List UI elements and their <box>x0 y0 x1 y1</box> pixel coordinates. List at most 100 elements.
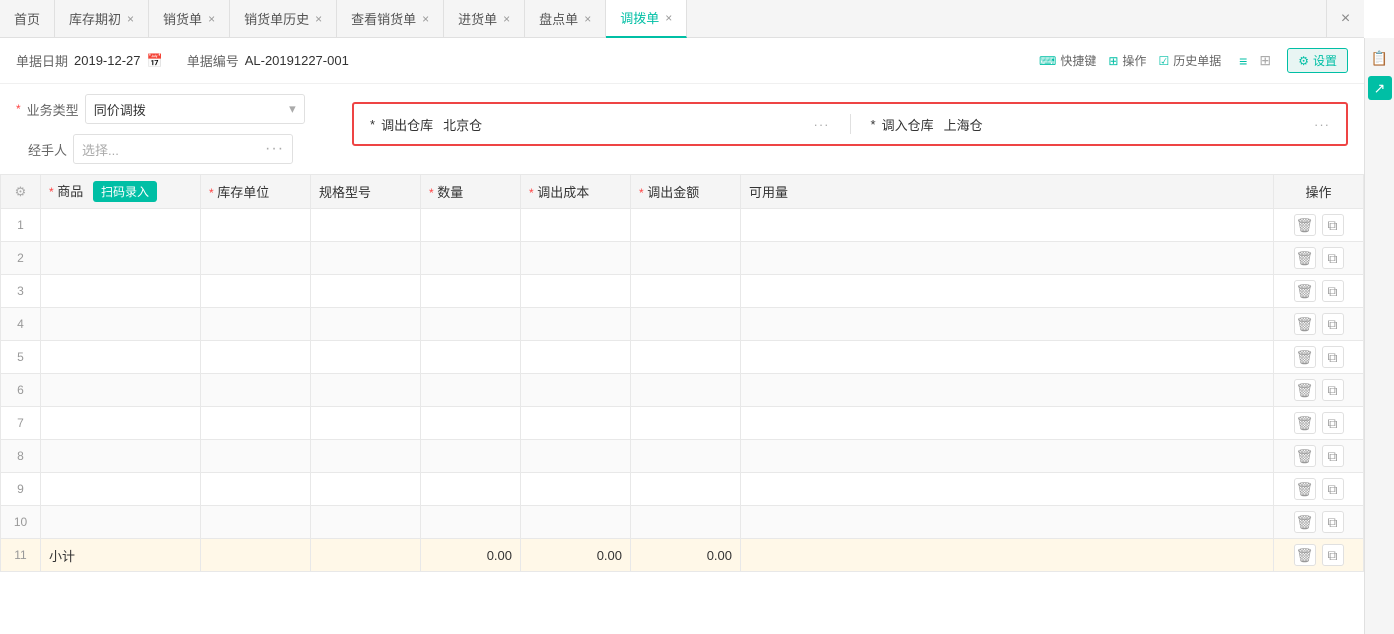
amount-cell[interactable] <box>631 275 741 308</box>
copy-row-btn[interactable]: ⧉ <box>1322 478 1344 500</box>
product-cell[interactable] <box>41 242 201 275</box>
amount-cell[interactable] <box>631 473 741 506</box>
tab-transfer[interactable]: 调拨单 × <box>606 0 687 38</box>
spec-cell[interactable] <box>311 242 421 275</box>
gear-icon[interactable]: ⚙ <box>9 184 32 200</box>
close-sales-order[interactable]: × <box>208 12 215 26</box>
qty-cell[interactable] <box>421 341 521 374</box>
cost-cell[interactable] <box>521 440 631 473</box>
delete-row-btn[interactable]: 🗑 <box>1294 247 1316 269</box>
cost-cell[interactable] <box>521 308 631 341</box>
product-cell[interactable] <box>41 209 201 242</box>
unit-cell[interactable] <box>201 209 311 242</box>
amount-cell[interactable] <box>631 440 741 473</box>
cost-cell[interactable] <box>521 275 631 308</box>
layout-grid-icon[interactable]: ⊞ <box>1255 51 1275 71</box>
close-transfer[interactable]: × <box>665 11 672 25</box>
qty-cell[interactable] <box>421 407 521 440</box>
delete-row-btn[interactable]: 🗑 <box>1294 313 1316 335</box>
amount-cell[interactable] <box>631 506 741 539</box>
tab-sales-history[interactable]: 销货单历史 × <box>230 0 337 38</box>
unit-cell[interactable] <box>201 242 311 275</box>
product-cell[interactable] <box>41 407 201 440</box>
unit-cell[interactable] <box>201 440 311 473</box>
qty-cell[interactable] <box>421 374 521 407</box>
business-type-input[interactable]: 同价调拨 ▾ <box>85 94 305 124</box>
qty-cell[interactable] <box>421 308 521 341</box>
layout-list-icon[interactable]: ≡ <box>1233 51 1253 71</box>
unit-cell[interactable] <box>201 308 311 341</box>
history-button[interactable]: ☑ 历史单据 <box>1158 52 1221 69</box>
spec-cell[interactable] <box>311 473 421 506</box>
amount-cell[interactable] <box>631 407 741 440</box>
delete-row-btn[interactable]: 🗑 <box>1294 214 1316 236</box>
qty-cell[interactable] <box>421 440 521 473</box>
transfer-out-more-icon[interactable]: ··· <box>814 117 830 132</box>
close-view-sales[interactable]: × <box>422 12 429 26</box>
spec-cell[interactable] <box>311 209 421 242</box>
product-cell[interactable] <box>41 440 201 473</box>
window-close-button[interactable]: × <box>1326 0 1364 38</box>
scan-button[interactable]: 扫码录入 <box>93 181 157 202</box>
copy-row-btn[interactable]: ⧉ <box>1322 214 1344 236</box>
more-icon[interactable]: ··· <box>265 140 284 158</box>
unit-cell[interactable] <box>201 407 311 440</box>
delete-row-btn[interactable]: 🗑 <box>1294 445 1316 467</box>
product-cell[interactable] <box>41 473 201 506</box>
subtotal-delete-btn[interactable]: 🗑 <box>1294 544 1316 566</box>
unit-cell[interactable] <box>201 374 311 407</box>
copy-row-btn[interactable]: ⧉ <box>1322 280 1344 302</box>
product-cell[interactable] <box>41 275 201 308</box>
amount-cell[interactable] <box>631 341 741 374</box>
spec-cell[interactable] <box>311 341 421 374</box>
copy-row-btn[interactable]: ⧉ <box>1322 445 1344 467</box>
cost-cell[interactable] <box>521 242 631 275</box>
qty-cell[interactable] <box>421 506 521 539</box>
tab-stocktake[interactable]: 盘点单 × <box>525 0 606 38</box>
sidebar-export-icon[interactable]: ↗ <box>1368 76 1392 100</box>
delete-row-btn[interactable]: 🗑 <box>1294 280 1316 302</box>
spec-cell[interactable] <box>311 407 421 440</box>
cost-cell[interactable] <box>521 341 631 374</box>
spec-cell[interactable] <box>311 374 421 407</box>
spec-cell[interactable] <box>311 506 421 539</box>
amount-cell[interactable] <box>631 308 741 341</box>
tab-purchase-order[interactable]: 进货单 × <box>444 0 525 38</box>
copy-row-btn[interactable]: ⧉ <box>1322 511 1344 533</box>
sidebar-doc-icon[interactable]: 📋 <box>1368 46 1392 70</box>
delete-row-btn[interactable]: 🗑 <box>1294 511 1316 533</box>
delete-row-btn[interactable]: 🗑 <box>1294 346 1316 368</box>
product-cell[interactable] <box>41 308 201 341</box>
amount-cell[interactable] <box>631 242 741 275</box>
qty-cell[interactable] <box>421 242 521 275</box>
product-cell[interactable] <box>41 374 201 407</box>
product-cell[interactable] <box>41 341 201 374</box>
operations-button[interactable]: ⊞ 操作 <box>1108 52 1146 69</box>
copy-row-btn[interactable]: ⧉ <box>1322 313 1344 335</box>
tab-sales-order[interactable]: 销货单 × <box>149 0 230 38</box>
close-purchase-order[interactable]: × <box>503 12 510 26</box>
close-stocktake[interactable]: × <box>584 12 591 26</box>
tab-view-sales[interactable]: 查看销货单 × <box>337 0 444 38</box>
amount-cell[interactable] <box>631 374 741 407</box>
calendar-icon[interactable]: 📅 <box>147 53 163 69</box>
copy-row-btn[interactable]: ⧉ <box>1322 346 1344 368</box>
delete-row-btn[interactable]: 🗑 <box>1294 379 1316 401</box>
transfer-in-more-icon[interactable]: ··· <box>1314 117 1330 132</box>
spec-cell[interactable] <box>311 440 421 473</box>
qty-cell[interactable] <box>421 473 521 506</box>
copy-row-btn[interactable]: ⧉ <box>1322 247 1344 269</box>
close-sales-history[interactable]: × <box>315 12 322 26</box>
cost-cell[interactable] <box>521 506 631 539</box>
cost-cell[interactable] <box>521 407 631 440</box>
subtotal-copy-btn[interactable]: ⧉ <box>1322 544 1344 566</box>
tab-home[interactable]: 首页 <box>0 0 55 38</box>
unit-cell[interactable] <box>201 473 311 506</box>
product-cell[interactable] <box>41 506 201 539</box>
close-inventory-init[interactable]: × <box>127 12 134 26</box>
qty-cell[interactable] <box>421 275 521 308</box>
amount-cell[interactable] <box>631 209 741 242</box>
unit-cell[interactable] <box>201 341 311 374</box>
spec-cell[interactable] <box>311 275 421 308</box>
cost-cell[interactable] <box>521 209 631 242</box>
